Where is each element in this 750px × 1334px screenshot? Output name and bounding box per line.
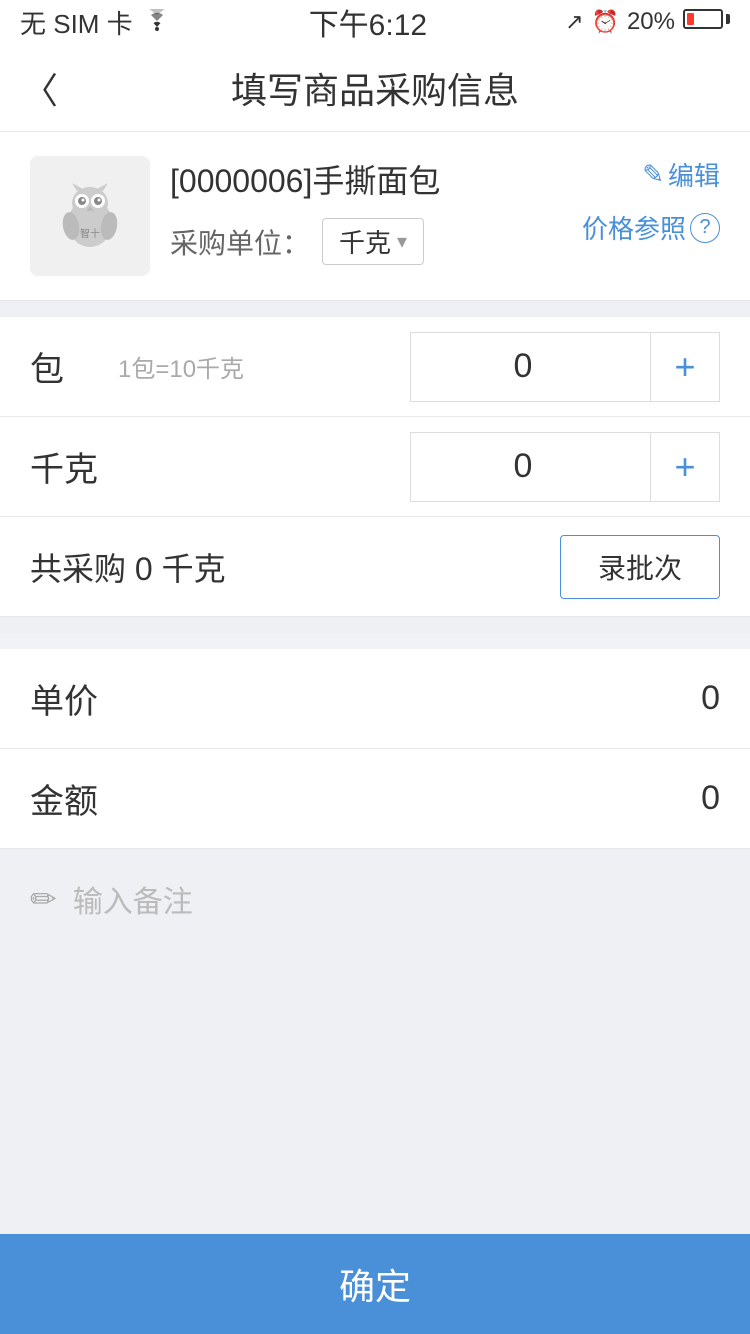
status-right: ↗ ⏰ 20% xyxy=(565,8,730,36)
edit-label: 编辑 xyxy=(668,156,720,193)
kg-input-row: 千克 + xyxy=(0,417,750,517)
unit-value: 千克 xyxy=(339,223,391,260)
confirm-button[interactable]: 确定 xyxy=(0,1234,750,1334)
kg-label: 千克 xyxy=(30,442,110,491)
bag-input-row: 包 1包=10千克 + xyxy=(0,317,750,417)
notes-section[interactable]: ✏ 输入备注 xyxy=(0,849,750,949)
svg-text:智十: 智十 xyxy=(80,227,100,240)
alarm-icon: ⏰ xyxy=(592,9,619,35)
page-title: 填写商品采购信息 xyxy=(231,62,519,114)
unit-price-value: 0 xyxy=(701,679,720,718)
edit-button[interactable]: ✎ 编辑 xyxy=(642,156,720,193)
amount-row: 金额 0 xyxy=(0,749,750,849)
pencil-icon: ✏ xyxy=(30,880,57,918)
total-label: 共采购 0 千克 xyxy=(30,544,226,590)
status-left: 无 SIM 卡 xyxy=(20,4,171,41)
product-info: [0000006]手撕面包 采购单位： 千克 ▾ xyxy=(170,156,562,265)
bag-input-right: + xyxy=(410,332,720,402)
product-actions: ✎ 编辑 价格参照 ? xyxy=(582,156,720,246)
amount-value: 0 xyxy=(701,779,720,818)
record-batch-label: 录批次 xyxy=(598,547,682,587)
bag-label: 包 xyxy=(30,342,110,391)
unit-prefix-label: 采购单位： xyxy=(170,222,310,262)
back-button[interactable]: 〈 xyxy=(0,44,80,132)
bag-plus-icon: + xyxy=(674,346,695,388)
price-ref-label: 价格参照 xyxy=(582,209,686,246)
kg-input-right: + xyxy=(410,432,720,502)
bag-plus-button[interactable]: + xyxy=(650,332,720,402)
status-bar: 无 SIM 卡 下午6:12 ↗ ⏰ 20% xyxy=(0,0,750,44)
battery-icon xyxy=(683,8,730,36)
help-icon: ? xyxy=(690,213,720,243)
confirm-label: 确定 xyxy=(339,1258,411,1310)
product-unit-row: 采购单位： 千克 ▾ xyxy=(170,218,562,265)
edit-icon: ✎ xyxy=(642,159,664,190)
location-icon: ↗ xyxy=(565,9,583,35)
bag-quantity-input[interactable] xyxy=(410,332,650,402)
battery-pct: 20% xyxy=(627,8,675,36)
price-section: 单价 0 金额 0 xyxy=(0,649,750,849)
unit-select[interactable]: 千克 ▾ xyxy=(322,218,424,265)
bag-sublabel: 1包=10千克 xyxy=(118,349,244,384)
carrier-label: 无 SIM 卡 xyxy=(20,4,133,41)
input-section: 包 1包=10千克 + 千克 + 共采购 0 千克 录批次 xyxy=(0,317,750,617)
chevron-down-icon: ▾ xyxy=(397,229,407,254)
back-arrow-icon: 〈 xyxy=(22,62,58,114)
total-row: 共采购 0 千克 录批次 xyxy=(0,517,750,617)
price-ref-button[interactable]: 价格参照 ? xyxy=(582,209,720,246)
unit-price-label: 单价 xyxy=(30,674,98,723)
unit-price-row: 单价 0 xyxy=(0,649,750,749)
notes-placeholder: 输入备注 xyxy=(73,877,193,921)
record-batch-button[interactable]: 录批次 xyxy=(560,535,720,599)
kg-plus-icon: + xyxy=(674,446,695,488)
amount-label: 金额 xyxy=(30,774,98,823)
kg-quantity-input[interactable] xyxy=(410,432,650,502)
bottom-spacer xyxy=(0,949,750,1249)
product-card: 智十 [0000006]手撕面包 采购单位： 千克 ▾ ✎ 编辑 价格参照 ? xyxy=(0,132,750,301)
nav-bar: 〈 填写商品采购信息 xyxy=(0,44,750,132)
product-name: [0000006]手撕面包 xyxy=(170,156,562,202)
kg-plus-button[interactable]: + xyxy=(650,432,720,502)
section-divider-2 xyxy=(0,617,750,633)
wifi-icon xyxy=(143,7,171,38)
status-time: 下午6:12 xyxy=(309,0,427,44)
section-divider-1 xyxy=(0,301,750,317)
product-image: 智十 xyxy=(30,156,150,276)
